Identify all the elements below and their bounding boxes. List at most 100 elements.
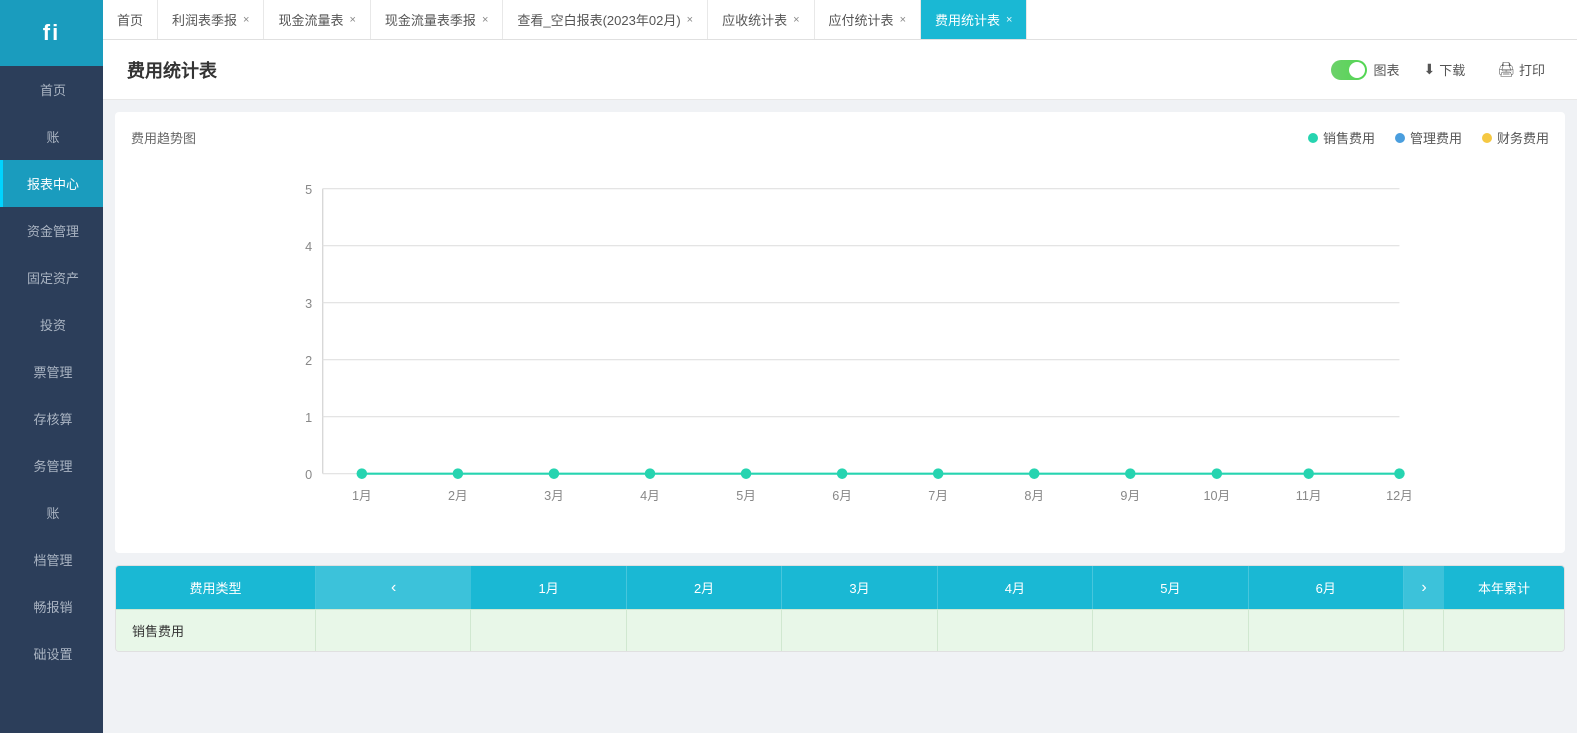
legend-dot-sales (1308, 133, 1318, 143)
main-area: 首页 利润表季报 × 现金流量表 × 现金流量表季报 × 查看_空白报表(202… (103, 0, 1577, 733)
th-month-5: 5月 (1093, 566, 1248, 609)
sidebar-item-investment[interactable]: 投资 (0, 301, 103, 348)
download-button[interactable]: ⬇ 下载 (1415, 56, 1473, 83)
svg-text:2月: 2月 (448, 489, 468, 503)
svg-text:6月: 6月 (832, 489, 852, 503)
svg-text:5: 5 (305, 183, 312, 197)
chart-point (1125, 468, 1136, 479)
sidebar-item-fixed-assets[interactable]: 固定资产 (0, 254, 103, 301)
close-icon[interactable]: × (482, 14, 488, 26)
legend-sales: 销售费用 (1308, 128, 1375, 147)
chart-toggle[interactable] (1331, 60, 1367, 80)
svg-text:3月: 3月 (544, 489, 564, 503)
sidebar-logo: fi (0, 0, 103, 66)
svg-text:5月: 5月 (736, 489, 756, 503)
svg-text:10月: 10月 (1203, 489, 1230, 503)
tab-home[interactable]: 首页 (103, 0, 158, 40)
th-total: 本年累计 (1444, 566, 1564, 609)
td-type: 销售费用 (116, 610, 316, 651)
svg-text:8月: 8月 (1024, 489, 1044, 503)
th-month-3: 3月 (782, 566, 937, 609)
table-header-row: 费用类型 ‹ 1月 2月 3月 4月 5月 6月 › 本年累计 (116, 566, 1564, 609)
chart-point (1394, 468, 1405, 479)
header-actions: 图表 ⬇ 下载 🖨 打印 (1331, 56, 1553, 83)
svg-text:1: 1 (305, 411, 312, 425)
td-m2 (627, 610, 782, 651)
th-month-4: 4月 (938, 566, 1093, 609)
close-icon[interactable]: × (349, 14, 355, 26)
chart-section: 费用趋势图 销售费用 管理费用 财务费用 (115, 112, 1565, 553)
svg-text:4: 4 (305, 240, 312, 254)
sidebar-item-tickets[interactable]: 票管理 (0, 348, 103, 395)
legend-dot-admin (1395, 133, 1405, 143)
th-month-6: 6月 (1249, 566, 1404, 609)
svg-text:3: 3 (305, 297, 312, 311)
sidebar-item-reports[interactable]: 报表中心 (0, 160, 103, 207)
toggle-label: 图表 (1373, 60, 1399, 79)
sidebar-item-archives[interactable]: 档管理 (0, 536, 103, 583)
sidebar-item-refund[interactable]: 畅报销 (0, 583, 103, 630)
sidebar: fi 首页 账 报表中心 资金管理 固定资产 投资 票管理 存核算 务管理 账 … (0, 0, 103, 733)
svg-text:11月: 11月 (1296, 489, 1322, 503)
th-month-2: 2月 (627, 566, 782, 609)
download-icon: ⬇ (1423, 61, 1435, 78)
td-m1 (471, 610, 626, 651)
close-icon[interactable]: × (687, 14, 693, 26)
chart-point (1029, 468, 1040, 479)
svg-text:7月: 7月 (928, 489, 948, 503)
chart-wrap: 0 1 2 3 4 5 1月 2月 3月 4月 (131, 157, 1549, 537)
tab-expense[interactable]: 费用统计表 × (921, 0, 1027, 40)
chart-point (645, 468, 656, 479)
chart-point (1212, 468, 1223, 479)
tab-bar: 首页 利润表季报 × 现金流量表 × 现金流量表季报 × 查看_空白报表(202… (103, 0, 1577, 40)
sidebar-item-funds[interactable]: 资金管理 (0, 207, 103, 254)
print-button[interactable]: 🖨 打印 (1489, 56, 1553, 83)
print-icon: 🖨 (1497, 61, 1515, 78)
chart-toggle-wrap: 图表 (1331, 60, 1399, 80)
tab-cashflow[interactable]: 现金流量表 × (264, 0, 370, 40)
legend-label-admin: 管理费用 (1410, 128, 1462, 147)
td-m5 (1093, 610, 1248, 651)
close-icon[interactable]: × (1006, 14, 1012, 26)
sidebar-item-home[interactable]: 首页 (0, 66, 103, 113)
sidebar-item-ledger[interactable]: 账 (0, 489, 103, 536)
svg-text:1月: 1月 (352, 489, 372, 503)
legend-finance: 财务费用 (1482, 128, 1549, 147)
td-nav-empty (316, 610, 471, 651)
th-month-1: 1月 (471, 566, 626, 609)
tab-profit-quarterly[interactable]: 利润表季报 × (158, 0, 264, 40)
legend-label-sales: 销售费用 (1323, 128, 1375, 147)
chart-point (933, 468, 944, 479)
close-icon[interactable]: × (793, 14, 799, 26)
svg-text:12月: 12月 (1386, 489, 1413, 503)
table-section: 费用类型 ‹ 1月 2月 3月 4月 5月 6月 › 本年累计 销售费用 (115, 565, 1565, 652)
sidebar-item-account[interactable]: 账 (0, 113, 103, 160)
chart-legend: 销售费用 管理费用 财务费用 (1308, 128, 1549, 147)
table-prev-button[interactable]: ‹ (316, 566, 471, 609)
tab-receivable[interactable]: 应收统计表 × (708, 0, 814, 40)
tab-blank-report[interactable]: 查看_空白报表(2023年02月) × (503, 0, 708, 40)
chart-point (837, 468, 848, 479)
chart-point (741, 468, 752, 479)
chart-title: 费用趋势图 (131, 128, 196, 147)
chart-point (549, 468, 560, 479)
close-icon[interactable]: × (243, 14, 249, 26)
tab-cashflow-quarterly[interactable]: 现金流量表季报 × (371, 0, 503, 40)
page-title: 费用统计表 (127, 57, 217, 83)
table-row: 销售费用 (116, 609, 1564, 651)
tab-payable[interactable]: 应付统计表 × (815, 0, 921, 40)
sidebar-item-inventory[interactable]: 存核算 (0, 395, 103, 442)
close-icon[interactable]: × (900, 14, 906, 26)
chart-point (357, 468, 368, 479)
legend-admin: 管理费用 (1395, 128, 1462, 147)
page-content: 费用统计表 图表 ⬇ 下载 🖨 打印 费用趋势图 (103, 40, 1577, 733)
td-m4 (938, 610, 1093, 651)
sidebar-item-services[interactable]: 务管理 (0, 442, 103, 489)
svg-text:4月: 4月 (640, 489, 660, 503)
td-m3 (782, 610, 937, 651)
chart-svg: 0 1 2 3 4 5 1月 2月 3月 4月 (131, 157, 1549, 537)
th-type: 费用类型 (116, 566, 316, 609)
chart-point (1303, 468, 1314, 479)
table-next-button[interactable]: › (1404, 566, 1444, 609)
sidebar-item-settings[interactable]: 础设置 (0, 630, 103, 677)
